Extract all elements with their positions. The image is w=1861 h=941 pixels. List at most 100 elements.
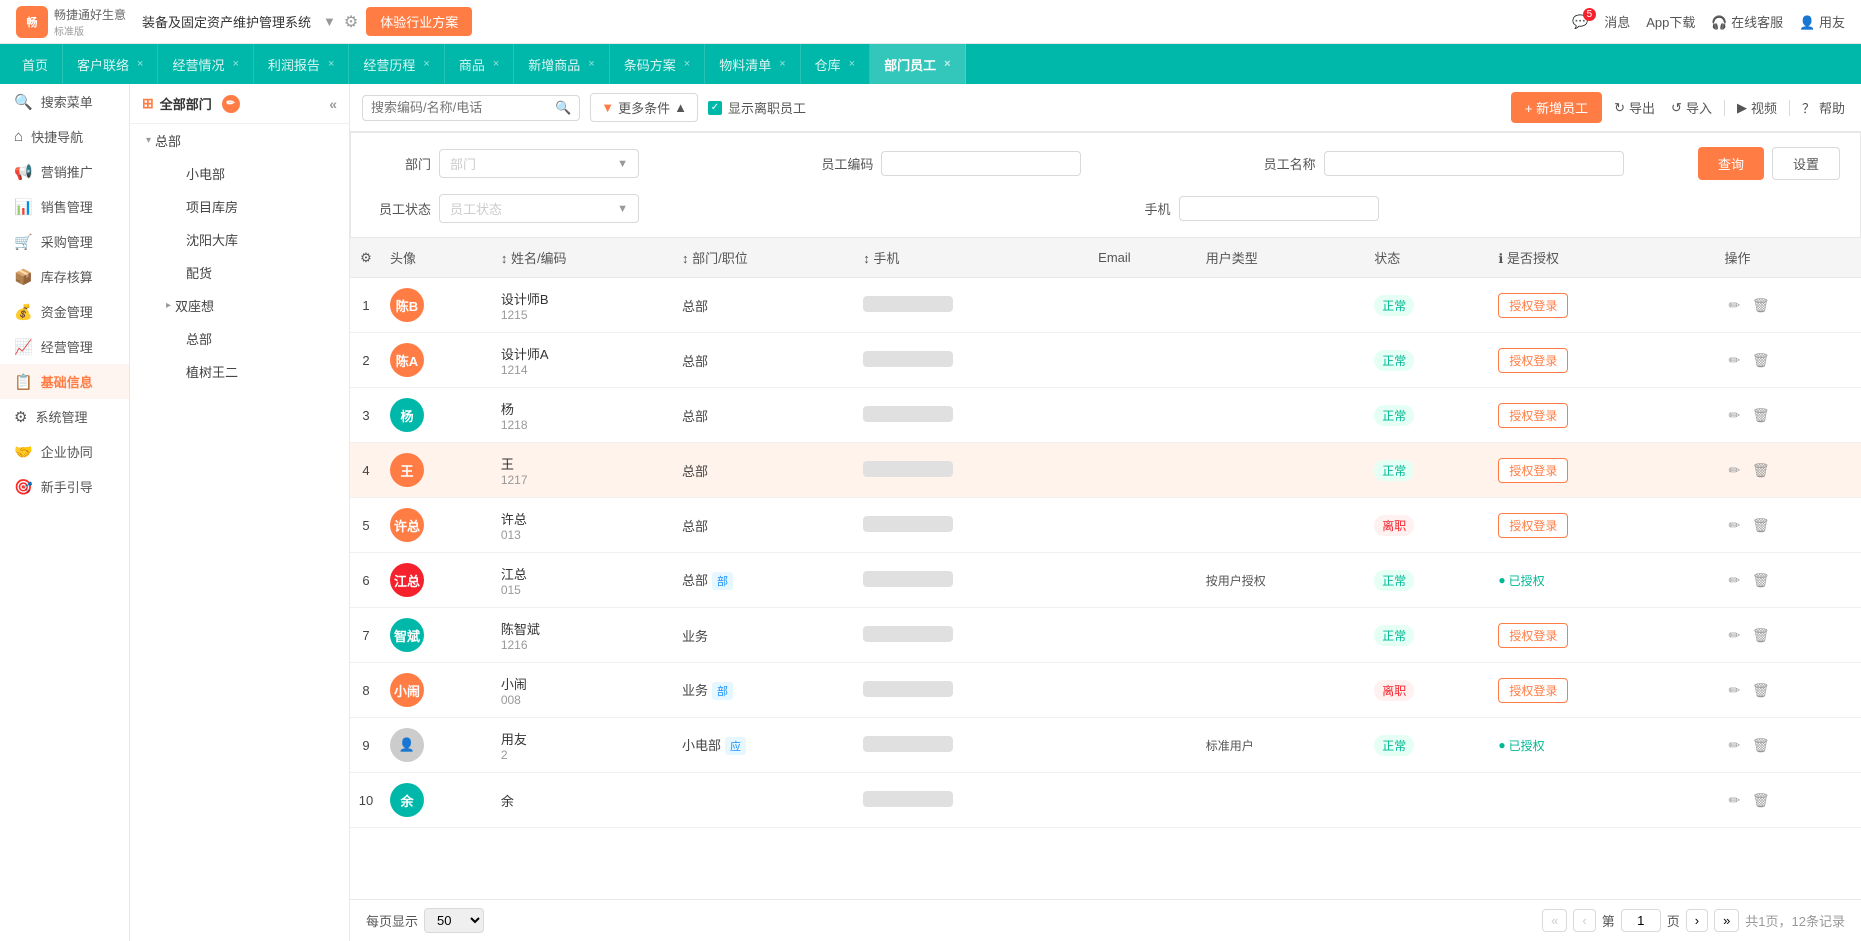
tab-close-icon[interactable]: ×	[328, 58, 334, 70]
auth-button[interactable]: 授权登录	[1498, 293, 1568, 318]
nav-tab[interactable]: 部门员工×	[870, 44, 965, 84]
tab-close-icon[interactable]: ×	[944, 58, 950, 70]
row-auth[interactable]: 授权登录	[1490, 443, 1681, 498]
next-page-button[interactable]: ›	[1686, 909, 1708, 932]
sidebar-item-基础信息[interactable]: 📋基础信息	[0, 364, 129, 399]
delete-button[interactable]: 🗑	[1748, 790, 1774, 811]
nav-tab[interactable]: 经营历程×	[349, 44, 444, 84]
tree-node-toggle[interactable]	[166, 234, 182, 245]
tree-node-toggle[interactable]: ▸	[166, 300, 171, 311]
tab-close-icon[interactable]: ×	[493, 58, 499, 70]
search-input-wrap[interactable]: 🔍	[362, 95, 580, 121]
sidebar-item-库存核算[interactable]: 📦库存核算	[0, 259, 129, 294]
delete-button[interactable]: 🗑	[1748, 295, 1774, 316]
edit-button[interactable]: ✏	[1725, 790, 1745, 811]
tree-node[interactable]: 项目库房	[130, 190, 349, 223]
sidebar-item-搜索菜单[interactable]: 🔍搜索菜单	[0, 84, 129, 119]
user-avatar[interactable]: 👤 用友	[1799, 12, 1845, 31]
edit-button[interactable]: ✏	[1725, 295, 1745, 316]
col-name[interactable]: ↕ 姓名/编码	[493, 238, 674, 278]
edit-button[interactable]: ✏	[1725, 405, 1745, 426]
sidebar-item-经营管理[interactable]: 📈经营管理	[0, 329, 129, 364]
tree-node[interactable]: ▾ 总部	[130, 124, 349, 157]
tree-node-toggle[interactable]: ▾	[146, 135, 151, 146]
edit-button[interactable]: ✏	[1725, 460, 1745, 481]
delete-button[interactable]: 🗑	[1748, 405, 1774, 426]
tab-close-icon[interactable]: ×	[137, 58, 143, 70]
sidebar-item-营销推广[interactable]: 📢营销推广	[0, 154, 129, 189]
auth-button[interactable]: 授权登录	[1498, 678, 1568, 703]
tree-node[interactable]: 植树王二	[130, 355, 349, 388]
filter-dept-select[interactable]: 部门 ▼	[439, 149, 639, 178]
page-size-select[interactable]: 50 100 200	[424, 908, 484, 933]
auth-button[interactable]: 授权登录	[1498, 513, 1568, 538]
tree-node-toggle[interactable]	[166, 201, 182, 212]
edit-button[interactable]: ✏	[1725, 735, 1745, 756]
trial-button[interactable]: 体验行业方案	[366, 7, 472, 36]
nav-tab[interactable]: 仓库×	[801, 44, 870, 84]
view-button[interactable]: ▶ 视频	[1733, 98, 1781, 117]
tab-close-icon[interactable]: ×	[588, 58, 594, 70]
show-resigned-toggle[interactable]: ✓ 显示离职员工	[708, 98, 806, 117]
sidebar-item-新手引导[interactable]: 🎯新手引导	[0, 469, 129, 504]
nav-tab[interactable]: 首页	[8, 44, 63, 84]
row-auth[interactable]: 授权登录	[1490, 608, 1681, 663]
row-auth[interactable]: 授权登录	[1490, 278, 1681, 333]
delete-button[interactable]: 🗑	[1748, 460, 1774, 481]
tab-close-icon[interactable]: ×	[684, 58, 690, 70]
import-button[interactable]: ↺ 导入	[1667, 98, 1716, 117]
collapse-tree-button[interactable]: «	[329, 96, 337, 112]
delete-button[interactable]: 🗑	[1748, 570, 1774, 591]
nav-tab[interactable]: 新增商品×	[514, 44, 609, 84]
auth-button[interactable]: 授权登录	[1498, 403, 1568, 428]
tree-node-toggle[interactable]	[166, 333, 182, 344]
tree-node[interactable]: 沈阳大库	[130, 223, 349, 256]
show-resigned-checkbox[interactable]: ✓	[708, 101, 722, 115]
set-button[interactable]: 设置	[1772, 147, 1840, 180]
tab-close-icon[interactable]: ×	[849, 58, 855, 70]
tree-node[interactable]: 配货	[130, 256, 349, 289]
sidebar-item-系统管理[interactable]: ⚙系统管理	[0, 399, 129, 434]
edit-button[interactable]: ✏	[1725, 515, 1745, 536]
filter-more-button[interactable]: ▼ 更多条件 ▲	[590, 93, 698, 122]
row-auth[interactable]: 授权登录	[1490, 663, 1681, 718]
delete-button[interactable]: 🗑	[1748, 515, 1774, 536]
settings-icon[interactable]: ⚙	[344, 12, 358, 32]
nav-tab[interactable]: 物料清单×	[705, 44, 800, 84]
tree-edit-icon[interactable]: ✏	[222, 95, 240, 113]
tab-close-icon[interactable]: ×	[423, 58, 429, 70]
tab-close-icon[interactable]: ×	[779, 58, 785, 70]
prev-page-button[interactable]: ‹	[1573, 909, 1595, 932]
first-page-button[interactable]: «	[1542, 909, 1567, 932]
tree-node-toggle[interactable]	[166, 267, 182, 278]
filter-empcode-input[interactable]	[881, 151, 1081, 176]
tree-node[interactable]: 小电部	[130, 157, 349, 190]
add-employee-button[interactable]: + 新增员工	[1511, 92, 1602, 123]
message-icon[interactable]: 💬 5	[1572, 14, 1588, 30]
tree-node-toggle[interactable]	[166, 168, 182, 179]
row-auth[interactable]: 授权登录	[1490, 333, 1681, 388]
edit-button[interactable]: ✏	[1725, 625, 1745, 646]
auth-button[interactable]: 授权登录	[1498, 458, 1568, 483]
query-button[interactable]: 查询	[1698, 147, 1764, 180]
search-input[interactable]	[371, 100, 551, 115]
col-dept[interactable]: ↕ 部门/职位	[674, 238, 855, 278]
sidebar-item-快捷导航[interactable]: ⌂快捷导航	[0, 119, 129, 154]
tree-node[interactable]: 总部	[130, 322, 349, 355]
nav-tab[interactable]: 利润报告×	[254, 44, 349, 84]
auth-button[interactable]: 授权登录	[1498, 348, 1568, 373]
edit-button[interactable]: ✏	[1725, 570, 1745, 591]
row-auth[interactable]: 授权登录	[1490, 498, 1681, 553]
app-download[interactable]: App下载	[1646, 12, 1695, 31]
edit-button[interactable]: ✏	[1725, 680, 1745, 701]
col-settings[interactable]: ⚙	[350, 238, 382, 278]
tab-close-icon[interactable]: ×	[232, 58, 238, 70]
auth-button[interactable]: 授权登录	[1498, 623, 1568, 648]
nav-tab[interactable]: 商品×	[445, 44, 514, 84]
help-button[interactable]: ？ 帮助	[1798, 98, 1849, 117]
row-auth[interactable]	[1490, 773, 1681, 828]
nav-tab[interactable]: 客户联络×	[63, 44, 158, 84]
delete-button[interactable]: 🗑	[1748, 735, 1774, 756]
filter-phone-input[interactable]	[1179, 196, 1379, 221]
nav-tab[interactable]: 经营情况×	[158, 44, 253, 84]
